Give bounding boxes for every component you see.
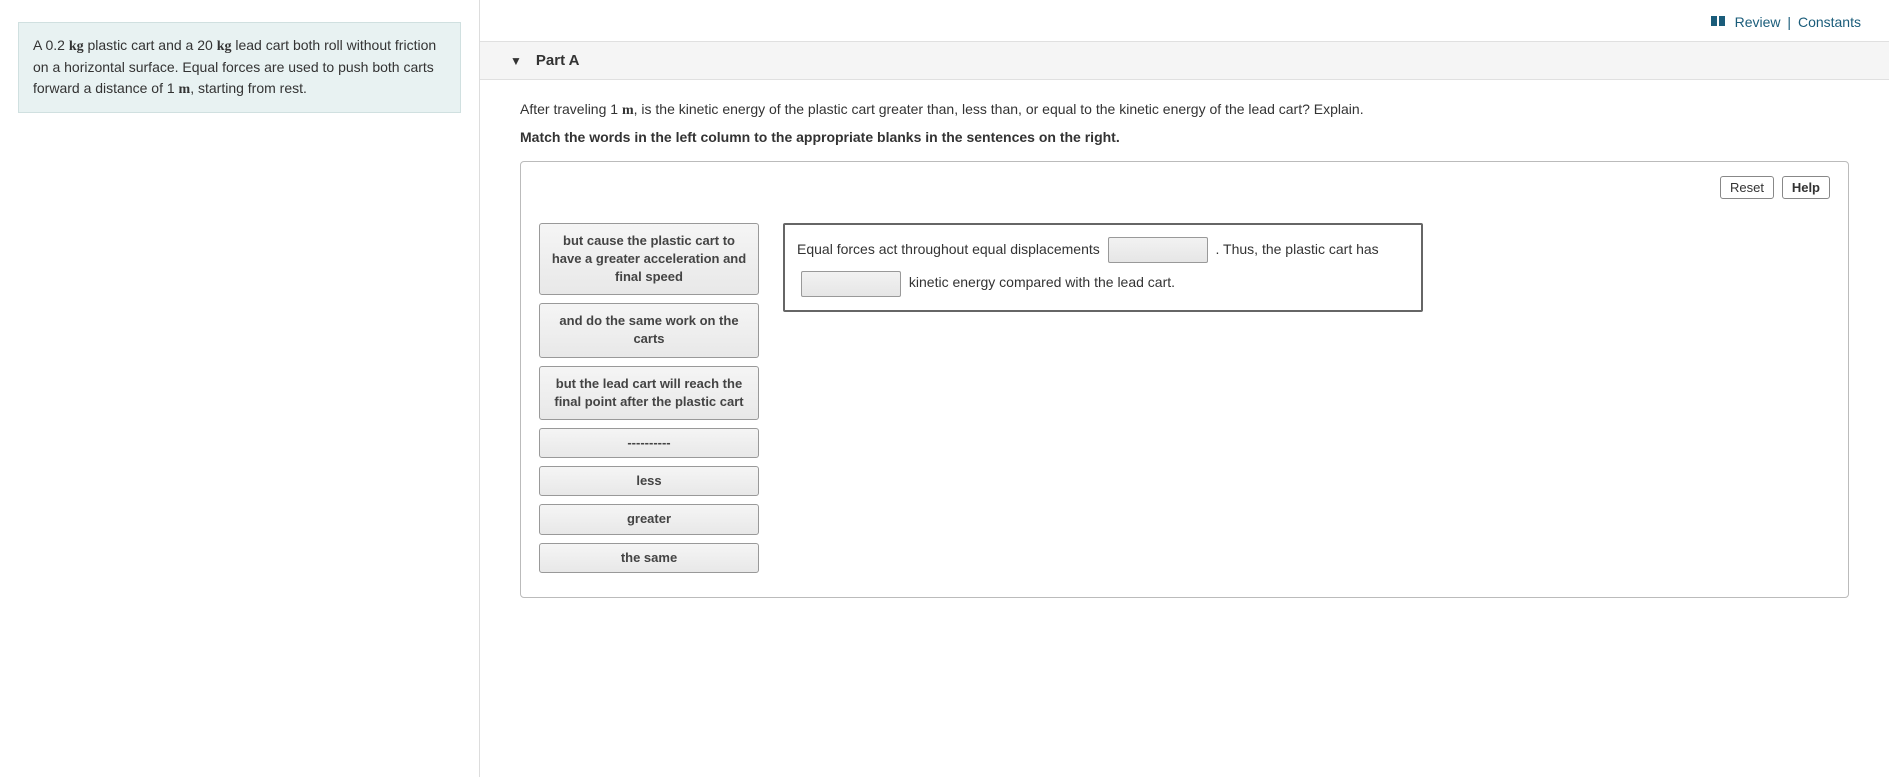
activity-controls: Reset Help <box>539 176 1830 199</box>
part-body: After traveling 1 m, is the kinetic ener… <box>480 80 1889 617</box>
draggable-option[interactable]: but cause the plastic cart to have a gre… <box>539 223 759 296</box>
target-text-2: . Thus, the plastic cart has <box>1212 241 1379 257</box>
top-links: Review | Constants <box>480 0 1889 41</box>
target-text-3: kinetic energy compared with the lead ca… <box>905 274 1175 290</box>
problem-text-2: plastic cart and a 20 <box>84 37 217 53</box>
matching-activity: Reset Help but cause the plastic cart to… <box>520 161 1849 598</box>
target-column: Equal forces act throughout equal displa… <box>783 223 1830 312</box>
problem-statement: A 0.2 kg plastic cart and a 20 kg lead c… <box>18 22 461 113</box>
problem-unit-m: m <box>179 82 191 97</box>
target-sentence-box: Equal forces act throughout equal displa… <box>783 223 1423 312</box>
help-button[interactable]: Help <box>1782 176 1830 199</box>
draggable-option[interactable]: less <box>539 466 759 496</box>
drop-slot-2[interactable] <box>801 271 901 297</box>
main-content: Review | Constants ▼ Part A After travel… <box>480 0 1889 777</box>
part-label: Part A <box>536 52 580 69</box>
draggable-option[interactable]: ---------- <box>539 428 759 458</box>
problem-text-4: , starting from rest. <box>190 80 307 96</box>
part-header[interactable]: ▼ Part A <box>480 41 1889 80</box>
question-unit: m <box>622 103 634 118</box>
draggable-option[interactable]: greater <box>539 504 759 534</box>
question-prefix: After traveling 1 <box>520 101 622 117</box>
drop-slot-1[interactable] <box>1108 237 1208 263</box>
question-text: After traveling 1 m, is the kinetic ener… <box>520 98 1849 122</box>
collapse-caret-icon: ▼ <box>510 54 522 68</box>
link-separator: | <box>1787 14 1791 30</box>
question-suffix: , is the kinetic energy of the plastic c… <box>634 101 1364 117</box>
problem-unit-kg-2: kg <box>217 39 232 54</box>
instruction-text: Match the words in the left column to th… <box>520 129 1849 145</box>
target-text-1: Equal forces act throughout equal displa… <box>797 241 1104 257</box>
problem-unit-kg-1: kg <box>69 39 84 54</box>
reset-button[interactable]: Reset <box>1720 176 1774 199</box>
bookmark-icon[interactable] <box>1711 15 1725 31</box>
draggable-column: but cause the plastic cart to have a gre… <box>539 223 759 573</box>
draggable-option[interactable]: but the lead cart will reach the final p… <box>539 366 759 420</box>
draggable-option[interactable]: and do the same work on the carts <box>539 303 759 357</box>
problem-text-1: A 0.2 <box>33 37 69 53</box>
review-link[interactable]: Review <box>1735 14 1781 30</box>
draggable-option[interactable]: the same <box>539 543 759 573</box>
constants-link[interactable]: Constants <box>1798 14 1861 30</box>
problem-sidebar: A 0.2 kg plastic cart and a 20 kg lead c… <box>0 0 480 777</box>
